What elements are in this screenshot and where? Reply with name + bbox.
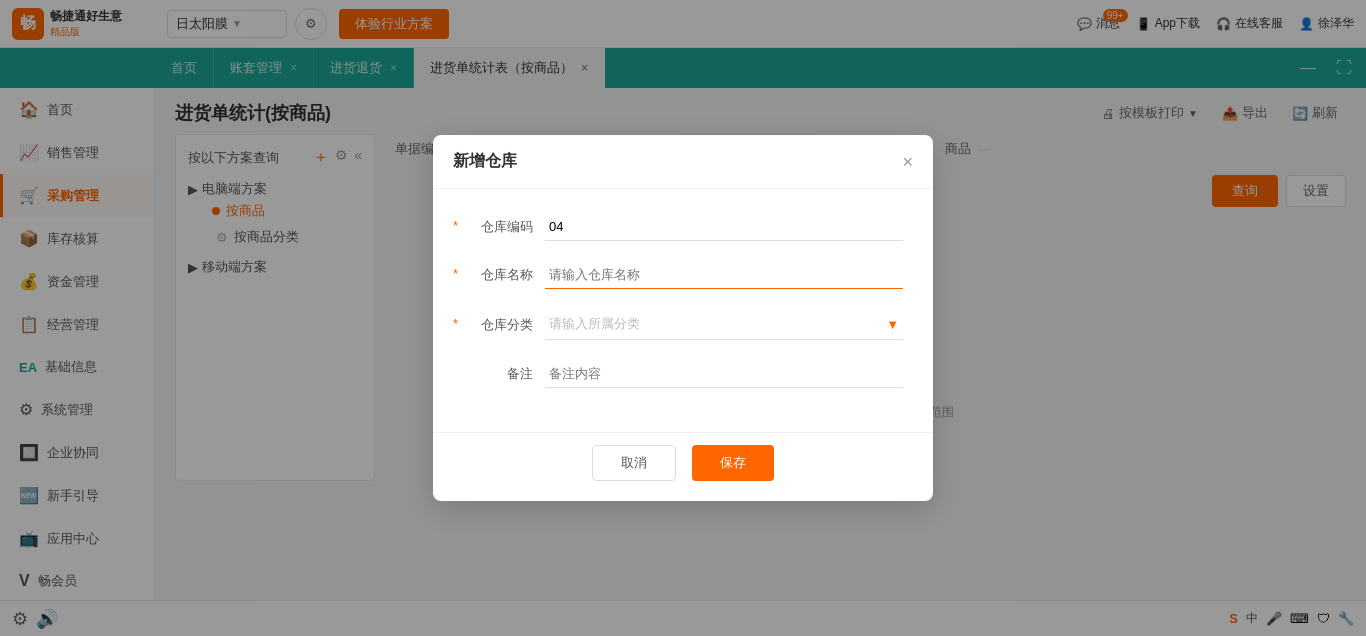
category-select[interactable]: 请输入所属分类 ▼ — [545, 309, 903, 340]
form-row-name: 仓库名称 — [463, 261, 903, 289]
modal-body: 仓库编码 仓库名称 仓库分类 请输入所属分类 ▼ 备注 — [433, 189, 933, 432]
category-label: 仓库分类 — [463, 316, 533, 334]
modal-title: 新增仓库 — [453, 151, 517, 172]
modal-header: 新增仓库 × — [433, 135, 933, 189]
modal-overlay[interactable]: 新增仓库 × 仓库编码 仓库名称 仓库分类 请输入所属分类 ▼ — [0, 0, 1366, 636]
name-input[interactable] — [545, 261, 903, 289]
form-row-category: 仓库分类 请输入所属分类 ▼ — [463, 309, 903, 340]
modal-footer: 取消 保存 — [433, 432, 933, 501]
remark-input[interactable] — [545, 360, 903, 388]
add-warehouse-modal: 新增仓库 × 仓库编码 仓库名称 仓库分类 请输入所属分类 ▼ — [433, 135, 933, 501]
category-placeholder: 请输入所属分类 — [549, 315, 640, 333]
cancel-button[interactable]: 取消 — [592, 445, 676, 481]
remark-label: 备注 — [463, 365, 533, 383]
form-row-code: 仓库编码 — [463, 213, 903, 241]
name-label: 仓库名称 — [463, 266, 533, 284]
code-input[interactable] — [545, 213, 903, 241]
modal-close-button[interactable]: × — [902, 153, 913, 171]
save-button[interactable]: 保存 — [692, 445, 774, 481]
code-label: 仓库编码 — [463, 218, 533, 236]
form-row-remark: 备注 — [463, 360, 903, 388]
category-dropdown-icon: ▼ — [886, 317, 899, 332]
